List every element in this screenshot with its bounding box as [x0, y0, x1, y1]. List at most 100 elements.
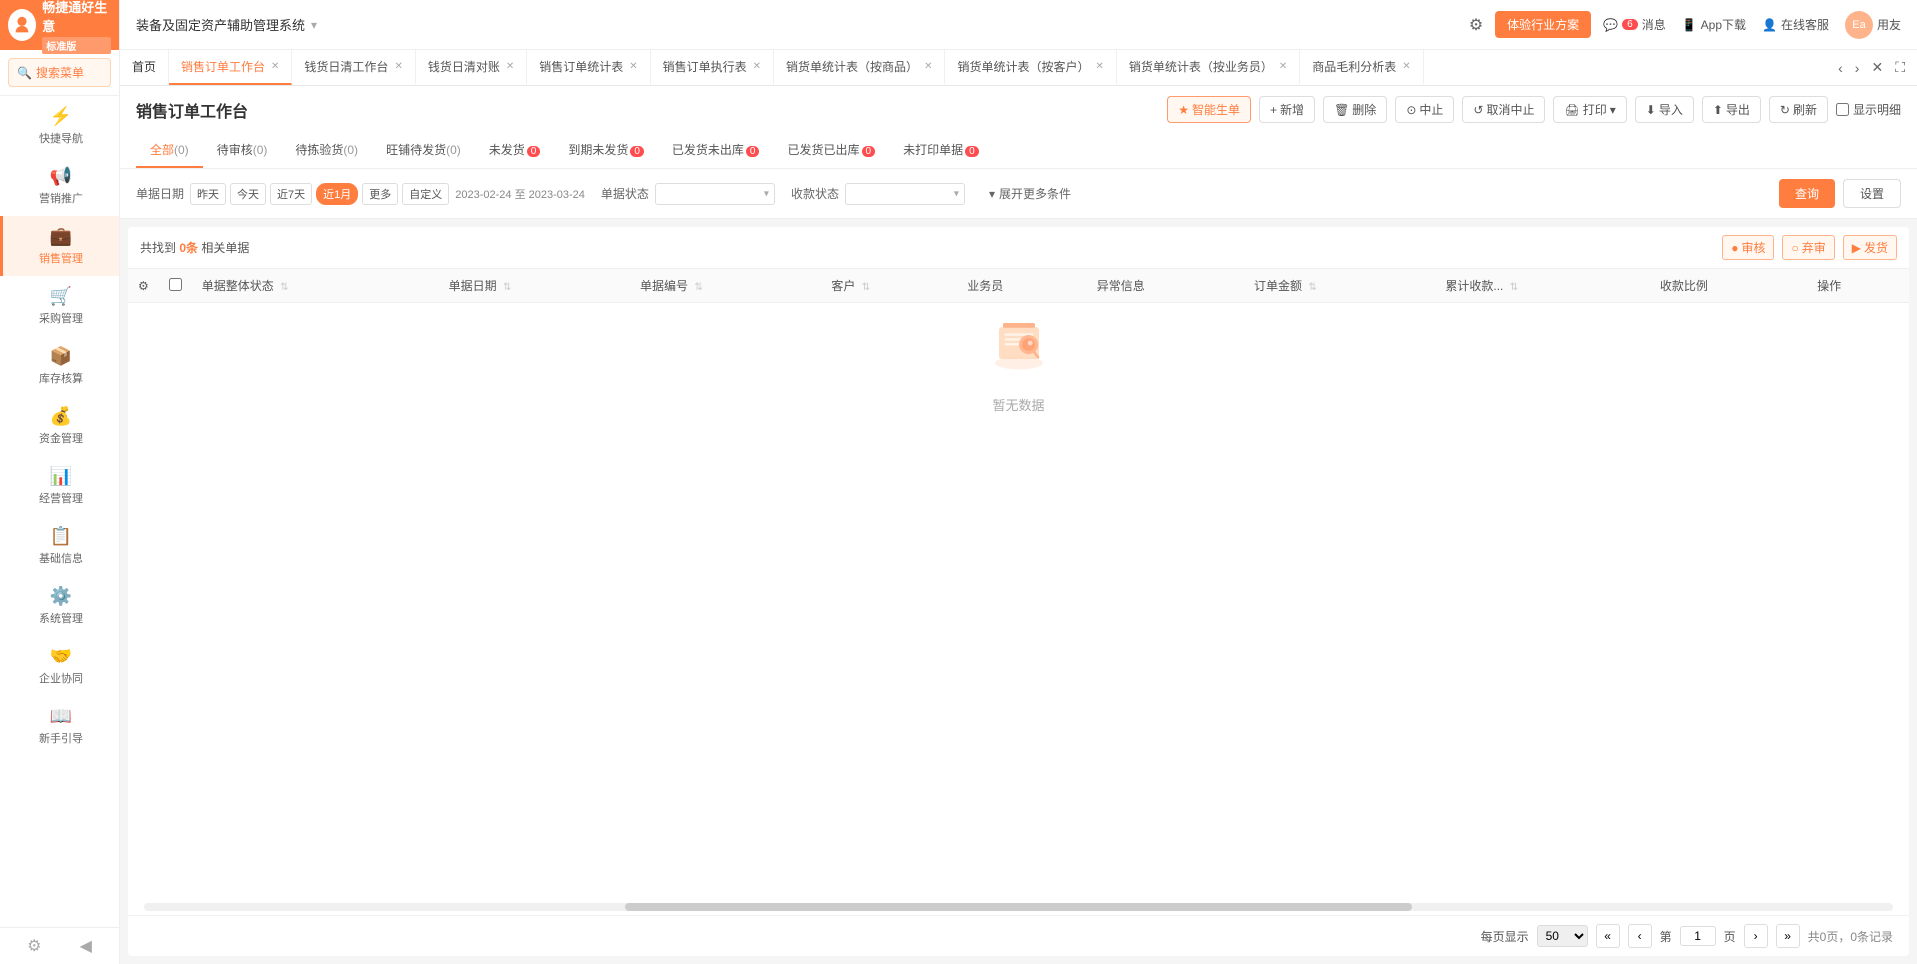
- sub-tab-shipped-not-warehouse[interactable]: 已发货未出库0: [658, 133, 774, 168]
- page-number-input[interactable]: [1680, 926, 1716, 946]
- stop-icon: ⊙: [1406, 103, 1416, 117]
- app-download-btn[interactable]: 📱 App下载: [1682, 16, 1746, 33]
- tab-sales-order-execute[interactable]: 销售订单执行表 ✕: [651, 50, 774, 85]
- message-btn[interactable]: 💬 6 消息: [1603, 16, 1666, 33]
- horizontal-scrollbar[interactable]: [144, 903, 1893, 911]
- sort-icon-date[interactable]: ⇅: [503, 282, 511, 293]
- sub-tab-not-printed[interactable]: 未打印单据0: [889, 133, 993, 168]
- industry-solution-btn[interactable]: 体验行业方案: [1495, 11, 1591, 38]
- prev-page-btn[interactable]: ‹: [1628, 924, 1652, 948]
- date-btn-last7[interactable]: 近7天: [270, 183, 312, 205]
- filter-setting-btn[interactable]: 设置: [1843, 179, 1901, 208]
- filter-date: 单据日期 昨天 今天 近7天 近1月 更多 自定义 2023-02-24 至 2…: [136, 183, 585, 205]
- sidebar-item-system[interactable]: ⚙️ 系统管理: [0, 576, 119, 636]
- close-tab-cash-daily[interactable]: ✕: [394, 61, 402, 72]
- date-btn-more[interactable]: 更多: [362, 183, 398, 205]
- sort-icon-customer[interactable]: ⇅: [862, 282, 870, 293]
- table-scroll-container[interactable]: ⚙ 单据整体状态 ⇅ 单据日期 ⇅: [128, 269, 1909, 899]
- date-btn-custom[interactable]: 自定义: [402, 183, 449, 205]
- cancel-review-batch-btn[interactable]: ○ 弃审: [1782, 235, 1834, 260]
- first-page-btn[interactable]: «: [1596, 924, 1620, 948]
- sort-icon-received[interactable]: ⇅: [1510, 282, 1518, 293]
- sidebar-item-purchase[interactable]: 🛒 采购管理: [0, 276, 119, 336]
- sub-tabs: 全部(0) 待审核(0) 待拣验货(0) 旺铺待发货(0) 未发货0 到期未发货…: [136, 133, 1901, 168]
- sub-tab-wangpu[interactable]: 旺铺待发货(0): [372, 133, 475, 168]
- sub-tab-not-shipped[interactable]: 未发货0: [475, 133, 555, 168]
- tab-sales-stats-customer[interactable]: 销货单统计表（按客户） ✕: [945, 50, 1116, 85]
- select-all-checkbox[interactable]: [169, 278, 182, 291]
- export-btn[interactable]: ⬆ 导出: [1702, 96, 1761, 123]
- page-size-select[interactable]: 50 10 20 100: [1537, 925, 1588, 947]
- page-size-label: 每页显示: [1481, 928, 1529, 945]
- date-btn-last1m[interactable]: 近1月: [316, 183, 358, 205]
- status-select[interactable]: [655, 183, 775, 205]
- print-btn[interactable]: 🖨 打印 ▾: [1553, 96, 1626, 123]
- date-btn-today[interactable]: 今天: [230, 183, 266, 205]
- sidebar-item-basic[interactable]: 📋 基础信息: [0, 516, 119, 576]
- sidebar-item-operation[interactable]: 📊 经营管理: [0, 456, 119, 516]
- refresh-btn[interactable]: ↻ 刷新: [1769, 96, 1828, 123]
- close-tab-gross-margin[interactable]: ✕: [1402, 61, 1410, 72]
- query-btn[interactable]: 查询: [1779, 179, 1835, 208]
- date-btn-yesterday[interactable]: 昨天: [190, 183, 226, 205]
- tab-home[interactable]: 首页: [120, 50, 169, 85]
- tab-sales-order-stats[interactable]: 销售订单统计表 ✕: [527, 50, 650, 85]
- sub-tab-all[interactable]: 全部(0): [136, 133, 203, 168]
- next-page-btn[interactable]: ›: [1744, 924, 1768, 948]
- stop-btn[interactable]: ⊙ 中止: [1395, 96, 1454, 123]
- close-tab-sales-order-stats[interactable]: ✕: [629, 61, 637, 72]
- show-detail-toggle[interactable]: 显示明细: [1836, 101, 1901, 118]
- tab-sales-order-workspace[interactable]: 销售订单工作台 ✕: [169, 50, 292, 85]
- add-btn[interactable]: + 新增: [1259, 96, 1315, 123]
- tab-close-all-btn[interactable]: ✕: [1867, 57, 1887, 78]
- close-tab-cash-goods-reconcile[interactable]: ✕: [506, 61, 514, 72]
- th-abnormal: 异常信息: [1087, 269, 1244, 303]
- close-tab-sales-stats-product[interactable]: ✕: [924, 61, 932, 72]
- sort-icon-status[interactable]: ⇅: [280, 282, 288, 293]
- sort-icon-amount[interactable]: ⇅: [1308, 282, 1316, 293]
- last-page-btn[interactable]: »: [1776, 924, 1800, 948]
- tab-sales-stats-product[interactable]: 销货单统计表（按商品） ✕: [774, 50, 945, 85]
- topbar-settings-btn[interactable]: ⚙: [1469, 15, 1483, 35]
- tab-scroll-right-btn[interactable]: ›: [1851, 58, 1864, 78]
- sidebar-item-guide[interactable]: 📖 新手引导: [0, 696, 119, 756]
- sub-tab-pending-check[interactable]: 待拣验货(0): [281, 133, 372, 168]
- sidebar-item-sales[interactable]: 💼 销售管理: [0, 216, 119, 276]
- settings-footer-btn[interactable]: ⚙: [27, 936, 41, 956]
- close-tab-sales-order-workspace[interactable]: ✕: [271, 61, 279, 72]
- sidebar-item-quick-nav[interactable]: ⚡ 快捷导航: [0, 96, 119, 156]
- col-settings-icon[interactable]: ⚙: [138, 279, 149, 293]
- close-tab-sales-stats-customer[interactable]: ✕: [1095, 61, 1103, 72]
- sub-tab-overdue[interactable]: 到期未发货0: [554, 133, 658, 168]
- tab-scroll-left-btn[interactable]: ‹: [1834, 58, 1847, 78]
- collapse-sidebar-btn[interactable]: ◀: [80, 936, 92, 956]
- tab-sales-stats-staff[interactable]: 销货单统计表（按业务员） ✕: [1117, 50, 1300, 85]
- scrollbar-thumb[interactable]: [625, 903, 1412, 911]
- sort-icon-number[interactable]: ⇅: [694, 282, 702, 293]
- tab-cash-goods-reconcile[interactable]: 钱货日清对账 ✕: [416, 50, 527, 85]
- user-menu-btn[interactable]: Ea 用友: [1845, 11, 1901, 39]
- sidebar-item-inventory[interactable]: 📦 库存核算: [0, 336, 119, 396]
- smart-create-btn[interactable]: ★ 智能生单: [1167, 96, 1251, 123]
- cancel-stop-btn[interactable]: ↺ 取消中止: [1462, 96, 1545, 123]
- expand-filter-btn[interactable]: ▾ 展开更多条件: [981, 183, 1079, 204]
- online-service-btn[interactable]: 👤 在线客服: [1762, 16, 1829, 33]
- search-menu-btn[interactable]: 🔍 搜索菜单: [8, 58, 111, 87]
- show-detail-checkbox[interactable]: [1836, 103, 1849, 116]
- import-btn[interactable]: ⬇ 导入: [1635, 96, 1694, 123]
- review-batch-btn[interactable]: ● 审核: [1722, 235, 1774, 260]
- sidebar-item-marketing[interactable]: 📢 营销推广: [0, 156, 119, 216]
- close-tab-sales-stats-staff[interactable]: ✕: [1279, 61, 1287, 72]
- sub-tab-shipped-out-warehouse[interactable]: 已发货已出库0: [773, 133, 889, 168]
- ship-batch-btn[interactable]: ▶ 发货: [1843, 235, 1897, 260]
- tab-cash-daily[interactable]: 钱货日清工作台 ✕: [292, 50, 415, 85]
- tab-gross-margin[interactable]: 商品毛利分析表 ✕: [1300, 50, 1423, 85]
- delete-btn[interactable]: 🗑 删除: [1323, 96, 1387, 123]
- close-tab-sales-order-execute[interactable]: ✕: [753, 61, 761, 72]
- sub-tab-pending-review[interactable]: 待审核(0): [203, 133, 282, 168]
- tab-expand-btn[interactable]: ⛶: [1891, 57, 1909, 78]
- payment-select[interactable]: [845, 183, 965, 205]
- sidebar-item-finance[interactable]: 💰 资金管理: [0, 396, 119, 456]
- filter-payment: 收款状态: [791, 183, 965, 205]
- sidebar-item-cooperation[interactable]: 🤝 企业协同: [0, 636, 119, 696]
